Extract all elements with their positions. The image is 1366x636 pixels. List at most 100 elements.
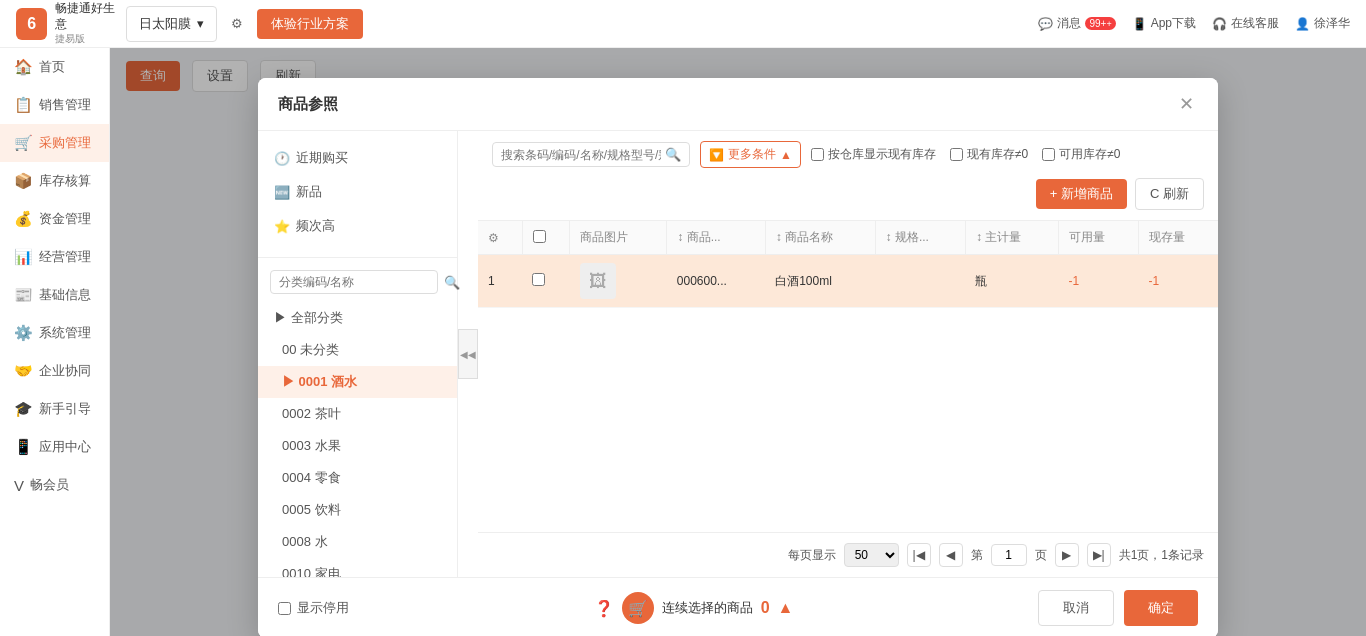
sidebar-item-enterprise[interactable]: 🤝 企业协同 (0, 352, 109, 390)
product-reference-modal: 商品参照 ✕ 🕐 近期购买 🆕 (258, 78, 1218, 636)
modal-overlay: 商品参照 ✕ 🕐 近期购买 🆕 (110, 48, 1366, 636)
select-all-checkbox[interactable] (533, 230, 546, 243)
product-thumbnail: 🖼 (580, 263, 616, 299)
category-all[interactable]: ▶ 全部分类 (258, 302, 457, 334)
new-product-nav[interactable]: 🆕 新品 (258, 175, 457, 209)
first-page-button[interactable]: |◀ (907, 543, 931, 567)
category-0010[interactable]: 0010 家电 (258, 558, 457, 577)
gear-icon[interactable]: ⚙ (221, 8, 253, 40)
product-search-input[interactable] (501, 148, 661, 162)
panel-collapse-button[interactable]: ◀◀ (458, 329, 478, 379)
col-name[interactable]: ↕ 商品名称 (765, 221, 875, 255)
operations-icon: 📊 (14, 248, 33, 266)
search-icon[interactable]: 🔍 (665, 147, 681, 162)
page-size-select[interactable]: 50 100 200 (844, 543, 899, 567)
sidebar-item-sales[interactable]: 📋 销售管理 (0, 86, 109, 124)
cart-collapse-button[interactable]: ▲ (778, 599, 794, 617)
row-name: 白酒100ml (765, 255, 875, 308)
modal-left-panel: 🕐 近期购买 🆕 新品 ⭐ 频次高 (258, 131, 458, 577)
app-download-nav-item[interactable]: 📱 App下载 (1132, 15, 1196, 32)
enterprise-icon: 🤝 (14, 362, 33, 380)
usable-stock-check[interactable]: 可用库存≠0 (1042, 146, 1120, 163)
help-icon[interactable]: ❓ (594, 599, 614, 618)
product-table: ⚙ 商品图片 ↕ 商品... (478, 221, 1218, 308)
warehouse-stock-checkbox[interactable] (811, 148, 824, 161)
available-stock-check[interactable]: 现有库存≠0 (950, 146, 1028, 163)
cart-icon-button[interactable]: 🛒 (622, 592, 654, 624)
modal-body: 🕐 近期购买 🆕 新品 ⭐ 频次高 (258, 131, 1218, 577)
modal-footer: 显示停用 ❓ 🛒 连续选择的商品 0 ▲ 取消 确定 (258, 577, 1218, 636)
sidebar-item-apps[interactable]: 📱 应用中心 (0, 428, 109, 466)
category-0004[interactable]: 0004 零食 (258, 462, 457, 494)
purchase-icon: 🛒 (14, 134, 33, 152)
messages-nav-item[interactable]: 💬 消息 99++ (1038, 15, 1115, 32)
footer-action-buttons: 取消 确定 (1038, 590, 1198, 626)
col-code[interactable]: ↕ 商品... (667, 221, 765, 255)
prev-page-button[interactable]: ◀ (939, 543, 963, 567)
category-0001[interactable]: ▶ 0001 酒水 (258, 366, 457, 398)
add-product-button[interactable]: + 新增商品 (1036, 179, 1127, 209)
category-0008[interactable]: 0008 水 (258, 526, 457, 558)
product-table-wrapper: ⚙ 商品图片 ↕ 商品... (478, 221, 1218, 532)
recent-purchase-nav[interactable]: 🕐 近期购买 (258, 141, 457, 175)
sidebar-item-vip[interactable]: V 畅会员 (0, 466, 109, 504)
row-no: 1 (478, 255, 522, 308)
show-disabled-check[interactable]: 显示停用 (278, 599, 349, 617)
page-number-input[interactable] (991, 544, 1027, 566)
sidebar-item-system[interactable]: ⚙️ 系统管理 (0, 314, 109, 352)
service-nav-item[interactable]: 🎧 在线客服 (1212, 15, 1279, 32)
trial-button[interactable]: 体验行业方案 (257, 9, 363, 39)
search-icon[interactable]: 🔍 (444, 275, 460, 290)
row-select-checkbox[interactable] (532, 273, 545, 286)
col-image[interactable]: 商品图片 (570, 221, 667, 255)
star-icon: ⭐ (274, 219, 290, 234)
modal-right-panel: 🔍 🔽 更多条件 ▲ 按仓库显示现有库存 (478, 131, 1218, 577)
user-icon: 👤 (1295, 17, 1310, 31)
base-icon: 📰 (14, 286, 33, 304)
user-nav-item[interactable]: 👤 徐泽华 (1295, 15, 1350, 32)
headset-icon: 🎧 (1212, 17, 1227, 31)
next-page-button[interactable]: ▶ (1055, 543, 1079, 567)
message-icon: 💬 (1038, 17, 1053, 31)
category-00[interactable]: 00 未分类 (258, 334, 457, 366)
row-code: 000600... (667, 255, 765, 308)
sidebar-item-base[interactable]: 📰 基础信息 (0, 276, 109, 314)
finance-icon: 💰 (14, 210, 33, 228)
cancel-button[interactable]: 取消 (1038, 590, 1114, 626)
col-unit[interactable]: ↕ 主计量 (965, 221, 1058, 255)
sidebar-item-guide[interactable]: 🎓 新手引导 (0, 390, 109, 428)
sidebar-item-operations[interactable]: 📊 经营管理 (0, 238, 109, 276)
sidebar-item-inventory[interactable]: 📦 库存核算 (0, 162, 109, 200)
modal-toolbar: 🔍 🔽 更多条件 ▲ 按仓库显示现有库存 (478, 131, 1218, 221)
category-search-area: 🔍 (258, 262, 457, 302)
nav-dropdown[interactable]: 日太阳膜 ▾ (126, 6, 217, 42)
last-page-button[interactable]: ▶| (1087, 543, 1111, 567)
category-0003[interactable]: 0003 水果 (258, 430, 457, 462)
top-nav: 6 畅捷通好生意 捷易版 日太阳膜 ▾ ⚙ 体验行业方案 💬 消息 99++ 📱… (0, 0, 1366, 48)
modal-close-button[interactable]: ✕ (1174, 92, 1198, 116)
warehouse-stock-check[interactable]: 按仓库显示现有库存 (811, 146, 936, 163)
category-search-input[interactable] (270, 270, 438, 294)
category-0002[interactable]: 0002 茶叶 (258, 398, 457, 430)
show-disabled-checkbox[interactable] (278, 602, 291, 615)
col-available[interactable]: 可用量 (1059, 221, 1139, 255)
sidebar-item-finance[interactable]: 💰 资金管理 (0, 200, 109, 238)
confirm-button[interactable]: 确定 (1124, 590, 1198, 626)
col-settings: ⚙ (478, 221, 522, 255)
col-spec[interactable]: ↕ 规格... (875, 221, 965, 255)
more-filter-button[interactable]: 🔽 更多条件 ▲ (700, 141, 801, 168)
frequent-nav[interactable]: ⭐ 频次高 (258, 209, 457, 243)
sidebar-item-home[interactable]: 🏠 首页 (0, 48, 109, 86)
table-row[interactable]: 1 🖼 000600... 白酒100ml (478, 255, 1218, 308)
phone-icon: 📱 (1132, 17, 1147, 31)
chevron-up-icon: ▲ (780, 148, 792, 162)
refresh-button[interactable]: C 刷新 (1135, 178, 1204, 210)
category-0005[interactable]: 0005 饮料 (258, 494, 457, 526)
usable-stock-checkbox[interactable] (1042, 148, 1055, 161)
chevron-down-icon: ▾ (197, 16, 204, 31)
sidebar-item-purchase[interactable]: 🛒 采购管理 (0, 124, 109, 162)
logo-area: 6 畅捷通好生意 捷易版 (16, 1, 126, 46)
col-stock[interactable]: 现存量 (1139, 221, 1218, 255)
row-checkbox (522, 255, 570, 308)
available-stock-checkbox[interactable] (950, 148, 963, 161)
